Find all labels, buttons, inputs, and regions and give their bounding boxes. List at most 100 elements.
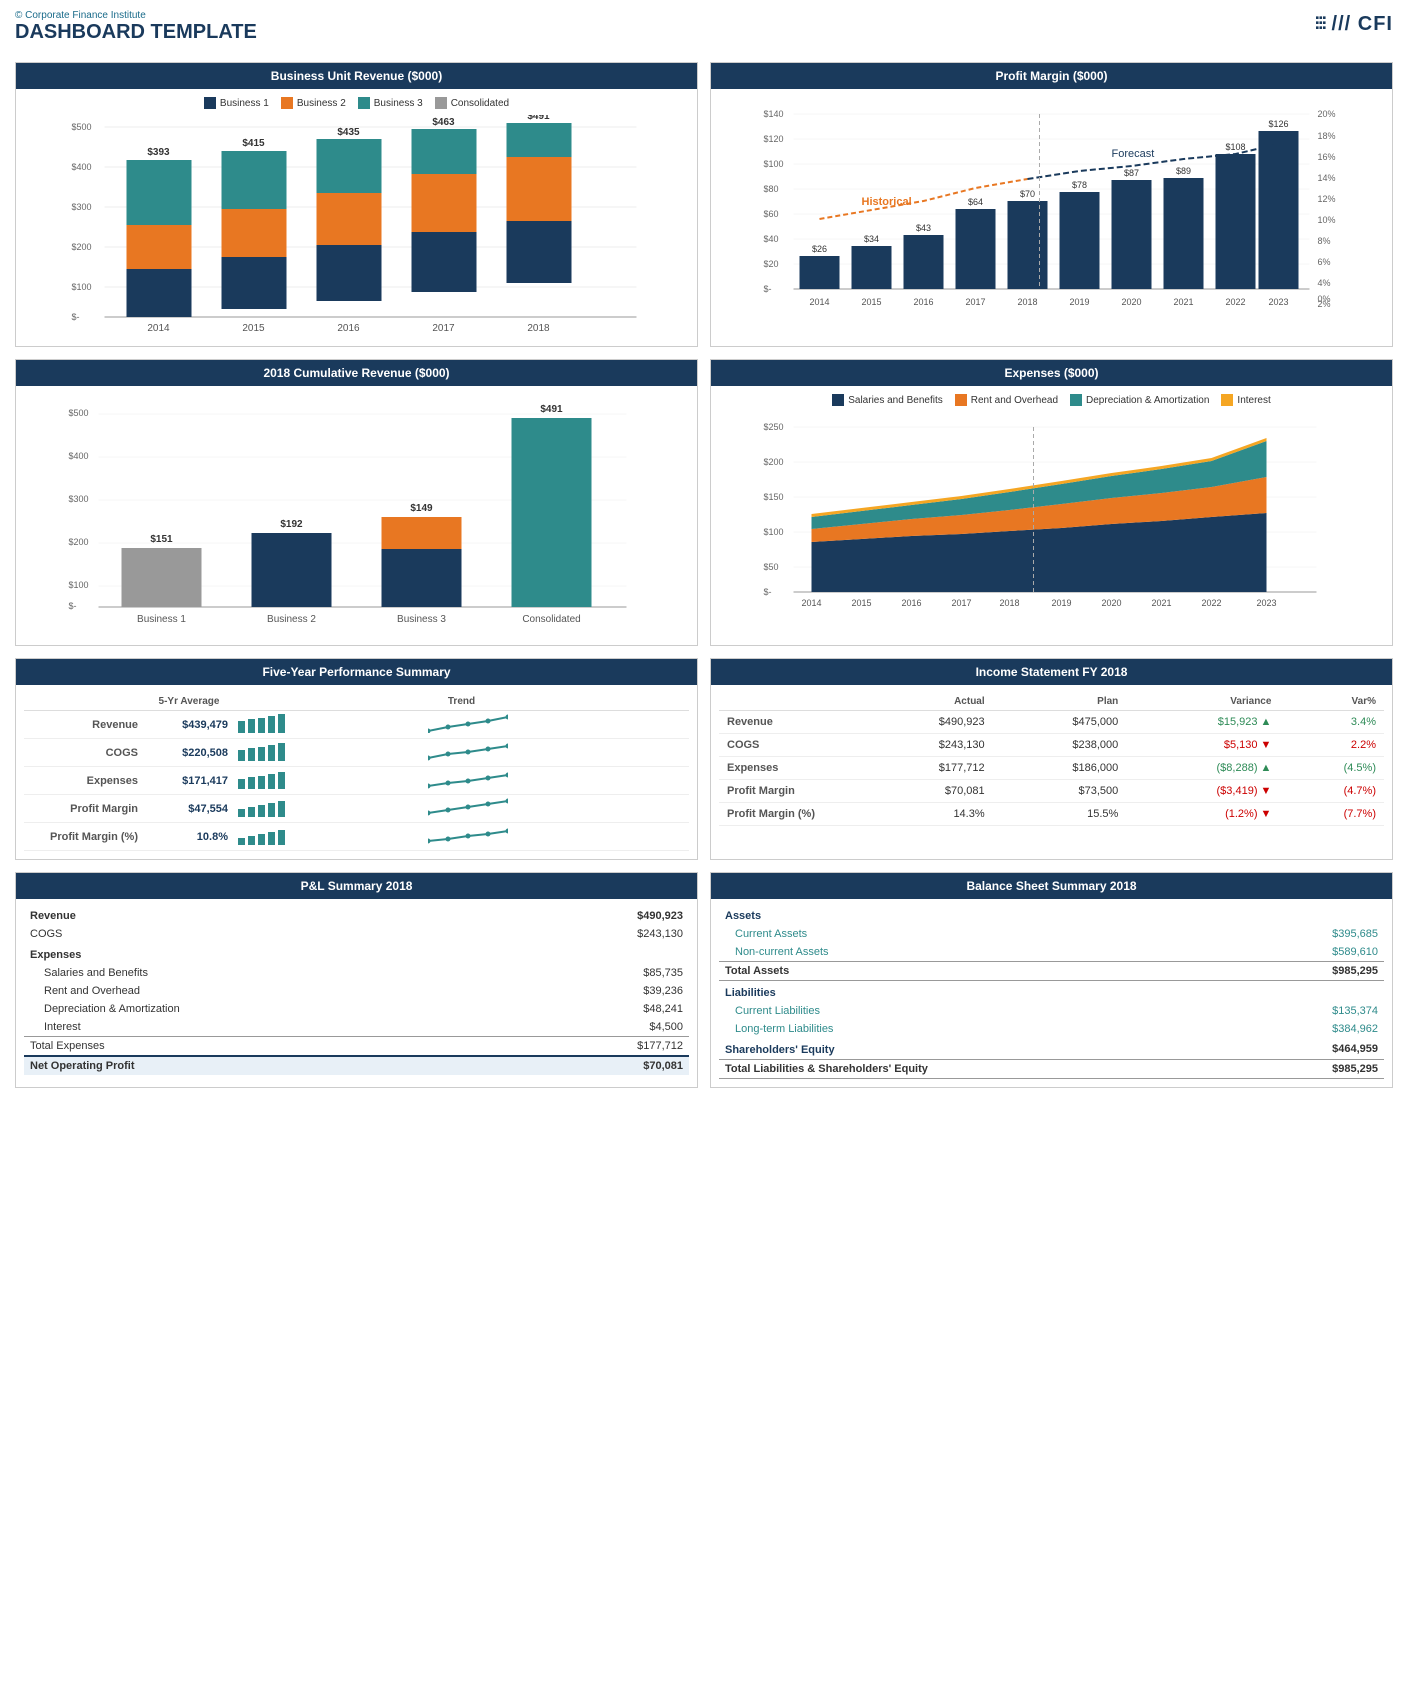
legend-b1-label: Business 1 bbox=[220, 98, 269, 109]
table-row: Non-current Assets $589,610 bbox=[719, 943, 1384, 962]
pl-revenue-value: $490,923 bbox=[514, 907, 689, 925]
svg-text:2017: 2017 bbox=[965, 297, 985, 307]
down-arrow-icon: ▼ bbox=[1261, 739, 1272, 751]
exp-legend-dep-box bbox=[1070, 394, 1082, 406]
svg-text:2018: 2018 bbox=[999, 598, 1019, 608]
down-arrow-icon2: ▼ bbox=[1261, 785, 1272, 797]
svg-text:10%: 10% bbox=[1318, 215, 1336, 225]
is-row-pmpct-variance: (1.2%) ▼ bbox=[1126, 803, 1279, 826]
table-row: Liabilities bbox=[719, 981, 1384, 1003]
perf-col-label bbox=[24, 693, 144, 711]
is-col-label bbox=[719, 693, 859, 711]
expenses-card: Expenses ($000) Salaries and Benefits Re… bbox=[710, 359, 1393, 646]
is-row-revenue-actual: $490,923 bbox=[859, 711, 993, 734]
perf-row-expenses-avg: $171,417 bbox=[144, 767, 234, 795]
bs-liabilities-header-val bbox=[1243, 981, 1384, 1003]
svg-text:$126: $126 bbox=[1268, 119, 1288, 129]
income-statement-title: Income Statement FY 2018 bbox=[711, 659, 1392, 685]
bs-assets-header-val bbox=[1243, 907, 1384, 925]
perf-row-pmpct-avg: 10.8% bbox=[144, 823, 234, 851]
svg-text:2015: 2015 bbox=[851, 598, 871, 608]
is-col-plan: Plan bbox=[993, 693, 1127, 711]
balance-sheet-body: Assets Current Assets $395,685 Non-curre… bbox=[711, 899, 1392, 1087]
legend-consolidated-box bbox=[435, 97, 447, 109]
pl-cogs-value: $243,130 bbox=[514, 925, 689, 943]
table-row: Current Assets $395,685 bbox=[719, 925, 1384, 943]
svg-text:$200: $200 bbox=[69, 537, 89, 547]
business-unit-revenue-title: Business Unit Revenue ($000) bbox=[16, 63, 697, 89]
legend-b2-box bbox=[281, 97, 293, 109]
table-row: Interest $4,500 bbox=[24, 1018, 689, 1037]
legend-b3-box bbox=[358, 97, 370, 109]
cumulative-revenue-title: 2018 Cumulative Revenue ($000) bbox=[16, 360, 697, 386]
svg-text:2019: 2019 bbox=[1051, 598, 1071, 608]
svg-text:Forecast: Forecast bbox=[1112, 148, 1155, 160]
svg-text:$500: $500 bbox=[69, 408, 89, 418]
copyright-text: © Corporate Finance Institute bbox=[15, 10, 257, 21]
table-row: Long-term Liabilities $384,962 bbox=[719, 1020, 1384, 1038]
svg-text:$100: $100 bbox=[72, 282, 92, 292]
svg-text:2017: 2017 bbox=[951, 598, 971, 608]
svg-text:2016: 2016 bbox=[337, 323, 360, 334]
profit-margin-body: $140 $120 $100 $80 $60 $40 $20 $- 20% 18… bbox=[711, 89, 1392, 333]
pl-net-profit-label: Net Operating Profit bbox=[24, 1056, 514, 1075]
svg-text:2014: 2014 bbox=[147, 323, 170, 334]
pl-dep-label: Depreciation & Amortization bbox=[24, 1000, 514, 1018]
svg-text:$60: $60 bbox=[764, 209, 779, 219]
is-row-cogs-plan: $238,000 bbox=[993, 734, 1127, 757]
perf-row-revenue-avg: $439,479 bbox=[144, 711, 234, 739]
svg-text:2020: 2020 bbox=[1121, 297, 1141, 307]
is-col-actual: Actual bbox=[859, 693, 993, 711]
pl-revenue-label: Revenue bbox=[24, 907, 514, 925]
perf-row-cogs-avg: $220,508 bbox=[144, 739, 234, 767]
is-col-varpct: Var% bbox=[1279, 693, 1384, 711]
legend-b1: Business 1 bbox=[204, 97, 269, 109]
bur-svg: $500 $400 $300 $200 $100 $- bbox=[24, 115, 689, 335]
svg-text:2018: 2018 bbox=[527, 323, 550, 334]
is-row-revenue-plan: $475,000 bbox=[993, 711, 1127, 734]
perf-row-expenses-line bbox=[424, 767, 689, 795]
svg-text:2019: 2019 bbox=[1069, 297, 1089, 307]
is-row-pmpct-label: Profit Margin (%) bbox=[719, 803, 859, 826]
bur-chart: $500 $400 $300 $200 $100 $- bbox=[24, 115, 689, 338]
legend-consolidated-label: Consolidated bbox=[451, 98, 509, 109]
exp-legend-sal-label: Salaries and Benefits bbox=[848, 395, 943, 406]
svg-text:$491: $491 bbox=[540, 404, 563, 415]
svg-text:2022: 2022 bbox=[1201, 598, 1221, 608]
exp-legend-int-label: Interest bbox=[1237, 395, 1270, 406]
svg-text:$-: $- bbox=[72, 312, 80, 322]
svg-text:16%: 16% bbox=[1318, 152, 1336, 162]
table-row: Revenue $490,923 $475,000 $15,923 ▲ 3.4% bbox=[719, 711, 1384, 734]
pl-expenses-section-label: Expenses bbox=[24, 943, 514, 964]
is-row-expenses-plan: $186,000 bbox=[993, 757, 1127, 780]
performance-summary-title: Five-Year Performance Summary bbox=[16, 659, 697, 685]
svg-text:$491: $491 bbox=[527, 115, 550, 122]
svg-text:$100: $100 bbox=[764, 159, 784, 169]
bs-longterm-liab-value: $384,962 bbox=[1243, 1020, 1384, 1038]
bs-noncurrent-assets-label: Non-current Assets bbox=[719, 943, 1243, 962]
table-row: Expenses bbox=[24, 943, 689, 964]
svg-text:$64: $64 bbox=[968, 197, 983, 207]
pl-dep-value: $48,241 bbox=[514, 1000, 689, 1018]
svg-text:6%: 6% bbox=[1318, 257, 1331, 267]
income-table: Actual Plan Variance Var% Revenue $490,9… bbox=[719, 693, 1384, 826]
is-row-pm-plan: $73,500 bbox=[993, 780, 1127, 803]
balance-sheet-title: Balance Sheet Summary 2018 bbox=[711, 873, 1392, 899]
table-row: Net Operating Profit $70,081 bbox=[24, 1056, 689, 1075]
svg-text:$-: $- bbox=[764, 587, 772, 597]
svg-text:2022: 2022 bbox=[1225, 297, 1245, 307]
performance-summary-body: 5-Yr Average Trend Revenue $439,479 bbox=[16, 685, 697, 859]
svg-text:$149: $149 bbox=[410, 503, 433, 514]
pl-table: Revenue $490,923 COGS $243,130 Expenses … bbox=[24, 907, 689, 1075]
svg-text:$250: $250 bbox=[764, 422, 784, 432]
svg-text:$200: $200 bbox=[764, 457, 784, 467]
svg-text:$140: $140 bbox=[764, 109, 784, 119]
table-row: Revenue $490,923 bbox=[24, 907, 689, 925]
svg-text:$300: $300 bbox=[69, 494, 89, 504]
svg-text:$78: $78 bbox=[1072, 180, 1087, 190]
cfi-logo: ⫶⫶⫶ /// CFI bbox=[1315, 10, 1393, 36]
perf-row-pm-spark bbox=[234, 795, 424, 823]
is-row-revenue-label: Revenue bbox=[719, 711, 859, 734]
svg-text:2023: 2023 bbox=[1268, 297, 1288, 307]
bs-total-assets-value: $985,295 bbox=[1243, 962, 1384, 981]
